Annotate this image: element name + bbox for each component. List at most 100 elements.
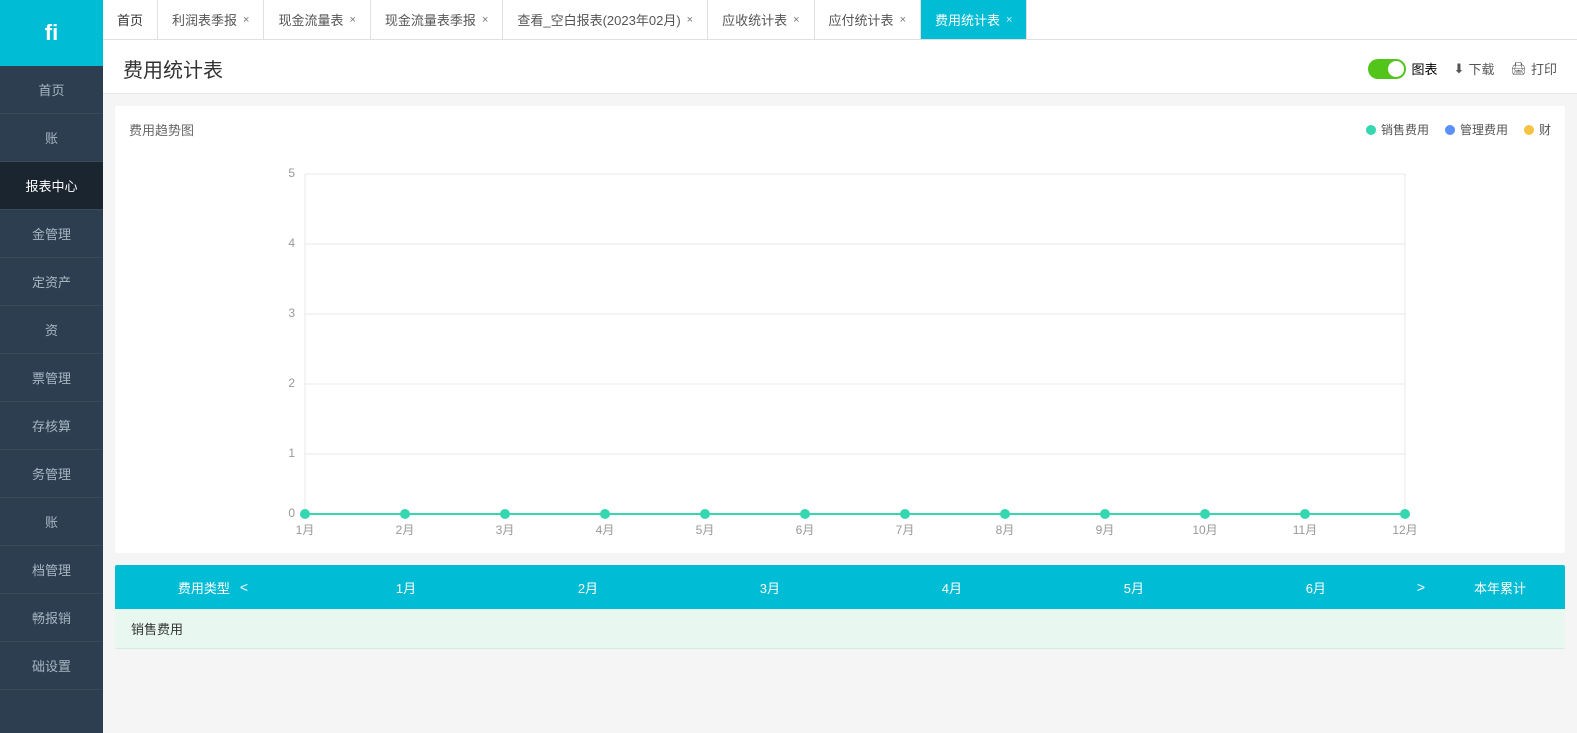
tab-close-payable[interactable]: × [900,14,906,26]
svg-text:12月: 12月 [1392,523,1417,537]
chart-dot-8 [1000,509,1010,519]
legend-dot-admin [1445,125,1455,135]
page-title: 费用统计表 [123,54,223,83]
svg-text:0: 0 [288,506,295,520]
tab-payable[interactable]: 应付统计表 × [815,0,921,40]
chart-dot-5 [700,509,710,519]
sidebar-item-accounts[interactable]: 账 [0,498,103,546]
chart-dot-2 [400,509,410,519]
svg-text:11月: 11月 [1293,523,1317,537]
chart-dot-7 [900,509,910,519]
table-section: 费用类型 < 1月 2月 3月 4月 5月 6月 > 本年累计 销售费用 [115,565,1565,649]
tab-close-expense[interactable]: × [1006,14,1012,26]
download-icon: ⬇ [1454,61,1465,77]
sidebar-item-inventory[interactable]: 存核算 [0,402,103,450]
sidebar-item-expense[interactable]: 畅报销 [0,594,103,642]
chart-toggle-label: 图表 [1412,59,1438,78]
tab-close-receivable[interactable]: × [793,14,799,26]
svg-text:4月: 4月 [596,523,615,537]
legend-sales: 销售费用 [1366,121,1429,138]
svg-text:2月: 2月 [396,523,415,537]
sidebar-item-home[interactable]: 首页 [0,66,103,114]
sidebar-item-capital[interactable]: 资 [0,306,103,354]
tab-blank-report[interactable]: 查看_空白报表(2023年02月) × [503,0,708,40]
th-month-4: 4月 [861,578,1043,597]
chart-toggle[interactable] [1368,59,1406,79]
tab-bar: 首页 利润表季报 × 现金流量表 × 现金流量表季报 × 查看_空白报表(202… [103,0,1577,40]
tab-expense[interactable]: 费用统计表 × [921,0,1027,40]
sidebar-item-finance[interactable]: 金管理 [0,210,103,258]
tab-close-cashflow-quarter[interactable]: × [482,14,488,26]
print-icon: 🖨 [1510,61,1527,77]
sidebar-item-assets[interactable]: 定资产 [0,258,103,306]
tab-receivable[interactable]: 应收统计表 × [708,0,814,40]
sidebar: fi 首页 账 报表中心 金管理 定资产 资 票管理 存核算 务管理 账 档管理… [0,0,103,733]
page-header: 费用统计表 图表 ⬇ 下载 🖨 打印 [103,40,1577,94]
legend-finance: 财 [1524,121,1551,138]
legend-label-sales: 销售费用 [1381,121,1429,138]
legend-dot-sales [1366,125,1376,135]
chart-dot-9 [1100,509,1110,519]
chart-header: 费用趋势图 销售费用 管理费用 财 [129,120,1551,139]
tab-close-cashflow[interactable]: × [349,14,355,26]
sidebar-item-tickets[interactable]: 票管理 [0,354,103,402]
legend-dot-finance [1524,125,1534,135]
chart-dot-3 [500,509,510,519]
th-summary: 本年累计 [1435,578,1565,597]
legend-admin: 管理费用 [1445,121,1508,138]
print-button[interactable]: 🖨 打印 [1510,59,1557,78]
svg-text:9月: 9月 [1096,523,1115,537]
download-button[interactable]: ⬇ 下载 [1454,59,1495,78]
table-row-sales: 销售费用 [115,609,1565,649]
th-month-3: 3月 [679,578,861,597]
tab-profit[interactable]: 利润表季报 × [158,0,264,40]
svg-text:8月: 8月 [996,523,1015,537]
legend-label-admin: 管理费用 [1460,121,1508,138]
chart-dot-4 [600,509,610,519]
th-month-5: 5月 [1043,578,1225,597]
chart-container: 5 4 3 2 1 0 [129,149,1551,539]
td-type-sales: 销售费用 [115,619,315,638]
tab-cashflow-quarter[interactable]: 现金流量表季报 × [371,0,503,40]
content-area: 费用统计表 图表 ⬇ 下载 🖨 打印 费用趋势图 [103,40,1577,733]
tab-close-blank-report[interactable]: × [687,14,693,26]
chart-dot-10 [1200,509,1210,519]
chart-dot-1 [300,509,310,519]
svg-text:3: 3 [288,306,295,320]
chart-dot-12 [1400,509,1410,519]
th-type: 费用类型 < [115,577,315,597]
th-month-6: 6月 [1225,578,1407,597]
header-actions: 图表 ⬇ 下载 🖨 打印 [1368,59,1557,79]
table-prev-button[interactable]: < [236,577,252,597]
chart-section: 费用趋势图 销售费用 管理费用 财 [115,106,1565,553]
chart-svg: 5 4 3 2 1 0 [129,149,1551,539]
svg-text:1: 1 [288,446,295,460]
svg-text:7月: 7月 [896,523,915,537]
chart-dot-11 [1300,509,1310,519]
sidebar-logo: fi [0,0,103,66]
sidebar-item-services[interactable]: 务管理 [0,450,103,498]
table-header: 费用类型 < 1月 2月 3月 4月 5月 6月 > 本年累计 [115,565,1565,609]
tab-close-profit[interactable]: × [243,14,249,26]
sidebar-item-ledger[interactable]: 账 [0,114,103,162]
chart-toggle-wrap: 图表 [1368,59,1438,79]
svg-text:5: 5 [288,166,295,180]
svg-text:2: 2 [288,376,295,390]
svg-text:6月: 6月 [796,523,815,537]
svg-text:5月: 5月 [696,523,715,537]
table-next-button[interactable]: > [1407,579,1435,595]
svg-text:1月: 1月 [296,523,315,537]
svg-text:10月: 10月 [1192,523,1217,537]
main-area: 首页 利润表季报 × 现金流量表 × 现金流量表季报 × 查看_空白报表(202… [103,0,1577,733]
svg-text:3月: 3月 [496,523,515,537]
sidebar-item-archive[interactable]: 档管理 [0,546,103,594]
sidebar-item-reports[interactable]: 报表中心 [0,162,103,210]
tab-cashflow[interactable]: 现金流量表 × [264,0,370,40]
sidebar-item-settings[interactable]: 础设置 [0,642,103,690]
tab-home[interactable]: 首页 [103,0,158,40]
chart-dot-6 [800,509,810,519]
svg-text:4: 4 [288,236,295,250]
chart-legend: 销售费用 管理费用 财 [1366,121,1551,138]
legend-label-finance: 财 [1539,121,1551,138]
chart-title: 费用趋势图 [129,120,194,139]
